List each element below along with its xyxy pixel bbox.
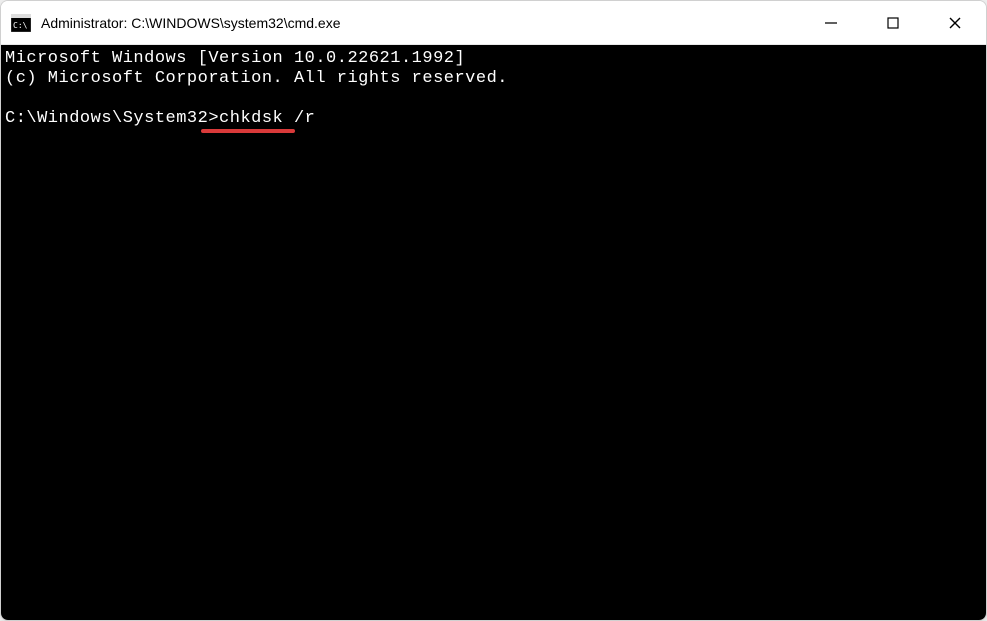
maximize-icon (886, 16, 900, 30)
cmd-window: C:\ Administrator: C:\WINDOWS\system32\c… (0, 0, 987, 621)
titlebar[interactable]: C:\ Administrator: C:\WINDOWS\system32\c… (1, 1, 986, 45)
close-icon (948, 16, 962, 30)
terminal-output-line: (c) Microsoft Corporation. All rights re… (5, 69, 982, 89)
annotation-underline (201, 129, 295, 133)
maximize-button[interactable] (862, 1, 924, 44)
minimize-button[interactable] (800, 1, 862, 44)
terminal-prompt-line: C:\Windows\System32>chkdsk /r (5, 109, 982, 129)
terminal-command: chkdsk /r (219, 109, 315, 128)
window-controls (800, 1, 986, 44)
minimize-icon (824, 16, 838, 30)
terminal-output-line: Microsoft Windows [Version 10.0.22621.19… (5, 49, 982, 69)
terminal-prompt: C:\Windows\System32> (5, 109, 219, 128)
window-title: Administrator: C:\WINDOWS\system32\cmd.e… (41, 15, 800, 31)
terminal-area[interactable]: Microsoft Windows [Version 10.0.22621.19… (1, 45, 986, 620)
svg-text:C:\: C:\ (13, 21, 28, 30)
cmd-icon: C:\ (11, 14, 31, 32)
close-button[interactable] (924, 1, 986, 44)
